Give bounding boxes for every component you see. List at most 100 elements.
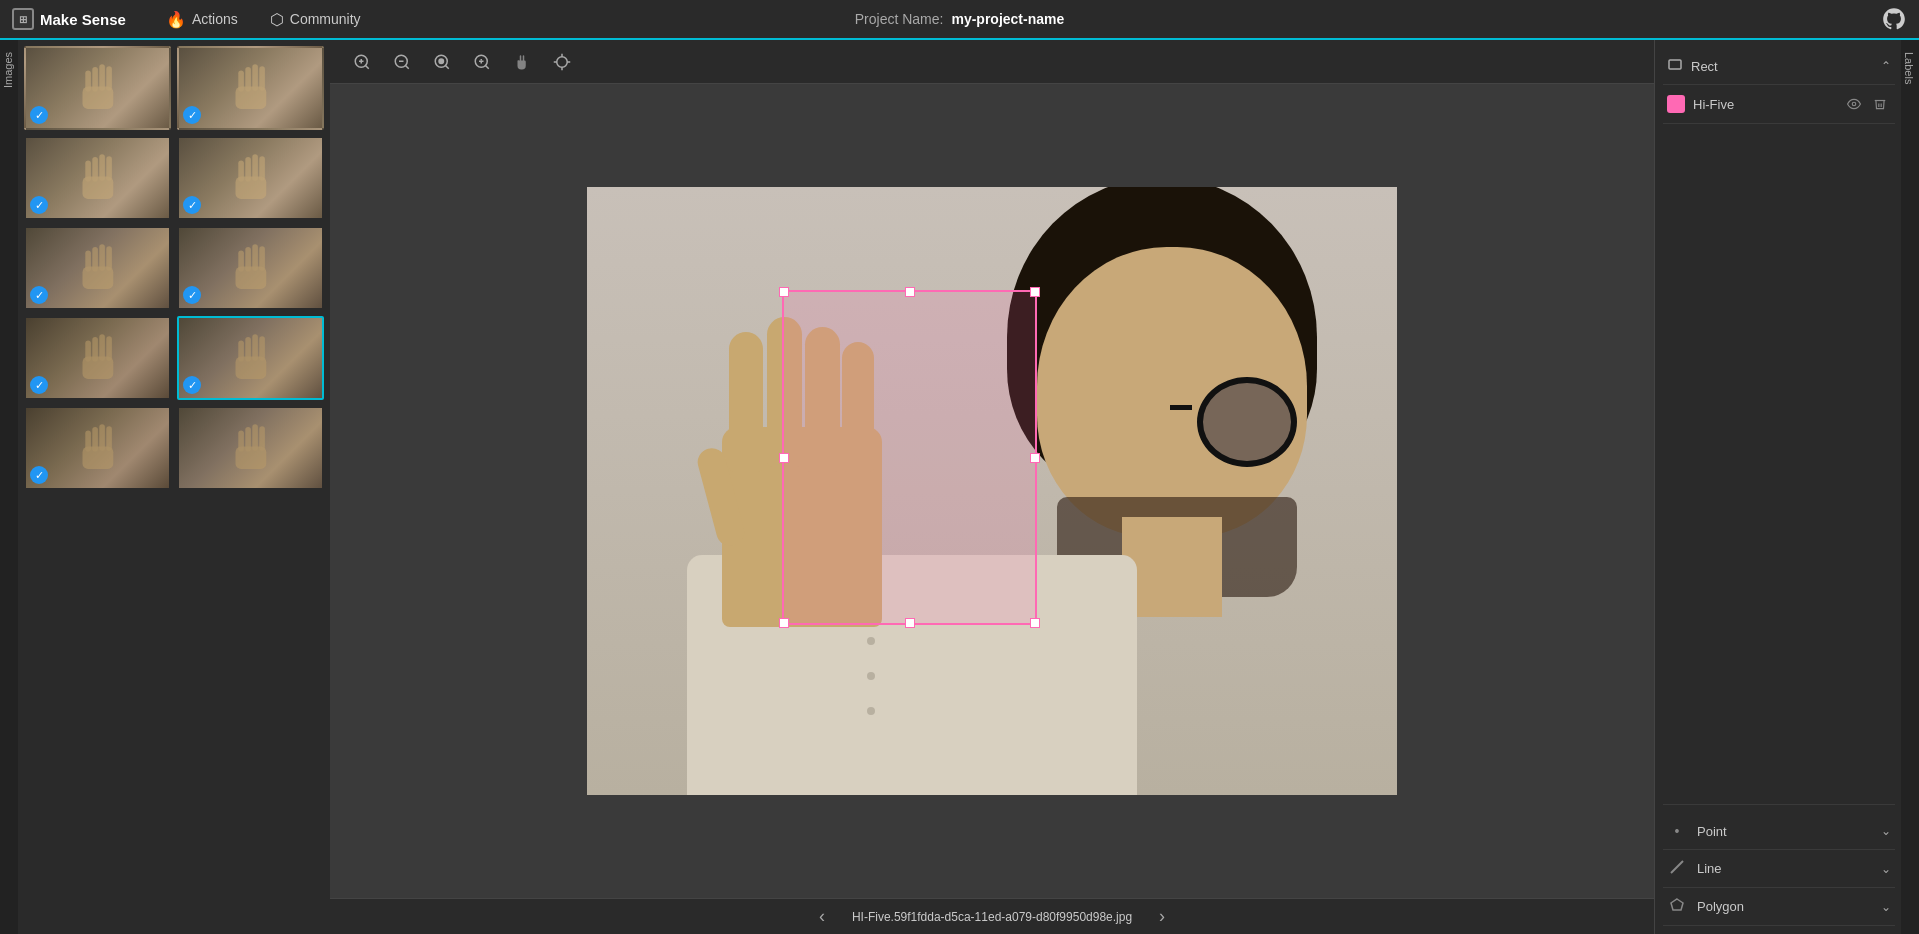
shape-options: • Point ⌄ Line ⌄ <box>1663 804 1895 926</box>
thumb-wrapper[interactable]: ✓ <box>177 136 324 220</box>
project-name-section: Project Name: my-project-name <box>855 11 1065 27</box>
images-tab-label[interactable]: Images <box>0 48 16 92</box>
actions-label: Actions <box>192 11 238 27</box>
rect-label: Rect <box>1691 59 1718 74</box>
check-badge: ✓ <box>30 466 48 484</box>
check-badge: ✓ <box>30 196 48 214</box>
svg-rect-14 <box>82 177 113 199</box>
svg-line-58 <box>445 65 448 68</box>
svg-point-66 <box>557 56 568 67</box>
rect-collapse-icon[interactable]: ⌃ <box>1881 59 1891 73</box>
toolbar <box>330 40 1654 84</box>
svg-rect-19 <box>235 177 266 199</box>
center-area: ‹ HI-Five.59f1fdda-d5ca-11ed-a079-d80f99… <box>330 40 1654 934</box>
svg-line-73 <box>1671 861 1683 873</box>
thumb-wrapper[interactable]: ✓ <box>24 136 171 220</box>
nav-actions[interactable]: 🔥 Actions <box>150 0 254 39</box>
project-name-value: my-project-name <box>951 11 1064 27</box>
thumb-wrapper[interactable]: ✓ <box>24 406 171 490</box>
github-icon[interactable] <box>1881 6 1907 32</box>
polygon-expand-icon: ⌄ <box>1881 900 1891 914</box>
images-vertical-tab[interactable]: Images <box>0 40 18 934</box>
thumb-wrapper[interactable]: ✓ <box>177 226 324 310</box>
svg-marker-74 <box>1671 899 1683 910</box>
rect-section: Rect ⌃ <box>1663 48 1895 85</box>
topbar-right <box>1881 6 1907 32</box>
labels-vertical-tab[interactable]: Labels <box>1901 40 1919 934</box>
svg-line-55 <box>405 65 408 68</box>
thumbnail-image <box>179 408 322 488</box>
line-expand-icon: ⌄ <box>1881 862 1891 876</box>
svg-rect-44 <box>82 447 113 469</box>
line-icon <box>1667 860 1687 877</box>
right-sidebar: Rect ⌃ Hi-Five <box>1654 40 1919 934</box>
polygon-icon <box>1667 898 1687 915</box>
crosshair-button[interactable] <box>546 46 578 78</box>
zoom-in-button[interactable] <box>346 46 378 78</box>
zoom-reset-button[interactable] <box>466 46 498 78</box>
left-sidebar: Images ✓ <box>0 40 330 934</box>
label-delete-button[interactable] <box>1869 93 1891 115</box>
topbar-nav: 🔥 Actions ⬡ Community <box>150 0 377 39</box>
svg-rect-24 <box>82 267 113 289</box>
community-label: Community <box>290 11 361 27</box>
point-icon: • <box>1667 823 1687 839</box>
rect-section-left: Rect <box>1667 56 1718 76</box>
line-label: Line <box>1697 861 1722 876</box>
canvas-wrapper[interactable] <box>330 84 1654 898</box>
filename-display: HI-Five.59f1fdda-d5ca-11ed-a079-d80f9950… <box>852 910 1132 924</box>
svg-rect-9 <box>235 87 266 109</box>
polygon-option[interactable]: Polygon ⌄ <box>1663 888 1895 926</box>
logo-icon: ⊞ <box>12 8 34 30</box>
svg-rect-34 <box>82 357 113 379</box>
image-grid: ✓ ✓ <box>18 40 330 934</box>
prev-image-button[interactable]: ‹ <box>808 903 836 931</box>
zoom-fit-button[interactable] <box>426 46 458 78</box>
svg-point-72 <box>1852 102 1856 106</box>
point-expand-icon: ⌄ <box>1881 824 1891 838</box>
polygon-label: Polygon <box>1697 899 1744 914</box>
check-badge: ✓ <box>30 286 48 304</box>
point-label: Point <box>1697 824 1727 839</box>
zoom-out-button[interactable] <box>386 46 418 78</box>
bottom-bar: ‹ HI-Five.59f1fdda-d5ca-11ed-a079-d80f99… <box>330 898 1654 934</box>
topbar: ⊞ Make Sense 🔥 Actions ⬡ Community Proje… <box>0 0 1919 40</box>
svg-rect-4 <box>82 87 113 109</box>
thumb-wrapper[interactable]: ✓ <box>24 226 171 310</box>
svg-point-61 <box>439 59 444 64</box>
thumb-wrapper[interactable]: ✓ <box>177 46 324 130</box>
label-color-swatch <box>1667 95 1685 113</box>
point-option[interactable]: • Point ⌄ <box>1663 813 1895 850</box>
thumb-wrapper[interactable] <box>177 406 324 490</box>
polygon-option-left: Polygon <box>1667 898 1744 915</box>
check-badge: ✓ <box>183 286 201 304</box>
svg-line-63 <box>485 65 488 68</box>
label-visibility-button[interactable] <box>1843 93 1865 115</box>
rect-icon <box>1667 56 1683 76</box>
nav-community[interactable]: ⬡ Community <box>254 0 377 39</box>
svg-rect-71 <box>1669 60 1681 69</box>
pan-tool-button[interactable] <box>506 46 538 78</box>
next-image-button[interactable]: › <box>1148 903 1176 931</box>
thumb-wrapper[interactable]: ✓ <box>24 316 171 400</box>
check-badge: ✓ <box>183 196 201 214</box>
app-title: Make Sense <box>40 11 126 28</box>
check-badge: ✓ <box>30 376 48 394</box>
svg-line-51 <box>365 65 368 68</box>
svg-rect-39 <box>235 357 266 379</box>
check-badge: ✓ <box>183 376 201 394</box>
thumb-wrapper[interactable]: ✓ <box>24 46 171 130</box>
line-option-left: Line <box>1667 860 1722 877</box>
actions-icon: 🔥 <box>166 10 186 29</box>
right-sidebar-content: Rect ⌃ Hi-Five <box>1655 40 1919 934</box>
thumb-wrapper-active[interactable]: ✓ <box>177 316 324 400</box>
svg-rect-29 <box>235 267 266 289</box>
project-label: Project Name: <box>855 11 944 27</box>
svg-rect-49 <box>235 447 266 469</box>
labels-tab-label: Labels <box>1901 48 1917 88</box>
main-layout: Images ✓ <box>0 40 1919 934</box>
canvas-image[interactable] <box>587 187 1397 795</box>
label-item: Hi-Five <box>1663 85 1895 124</box>
line-option[interactable]: Line ⌄ <box>1663 850 1895 888</box>
app-logo[interactable]: ⊞ Make Sense <box>12 8 126 30</box>
